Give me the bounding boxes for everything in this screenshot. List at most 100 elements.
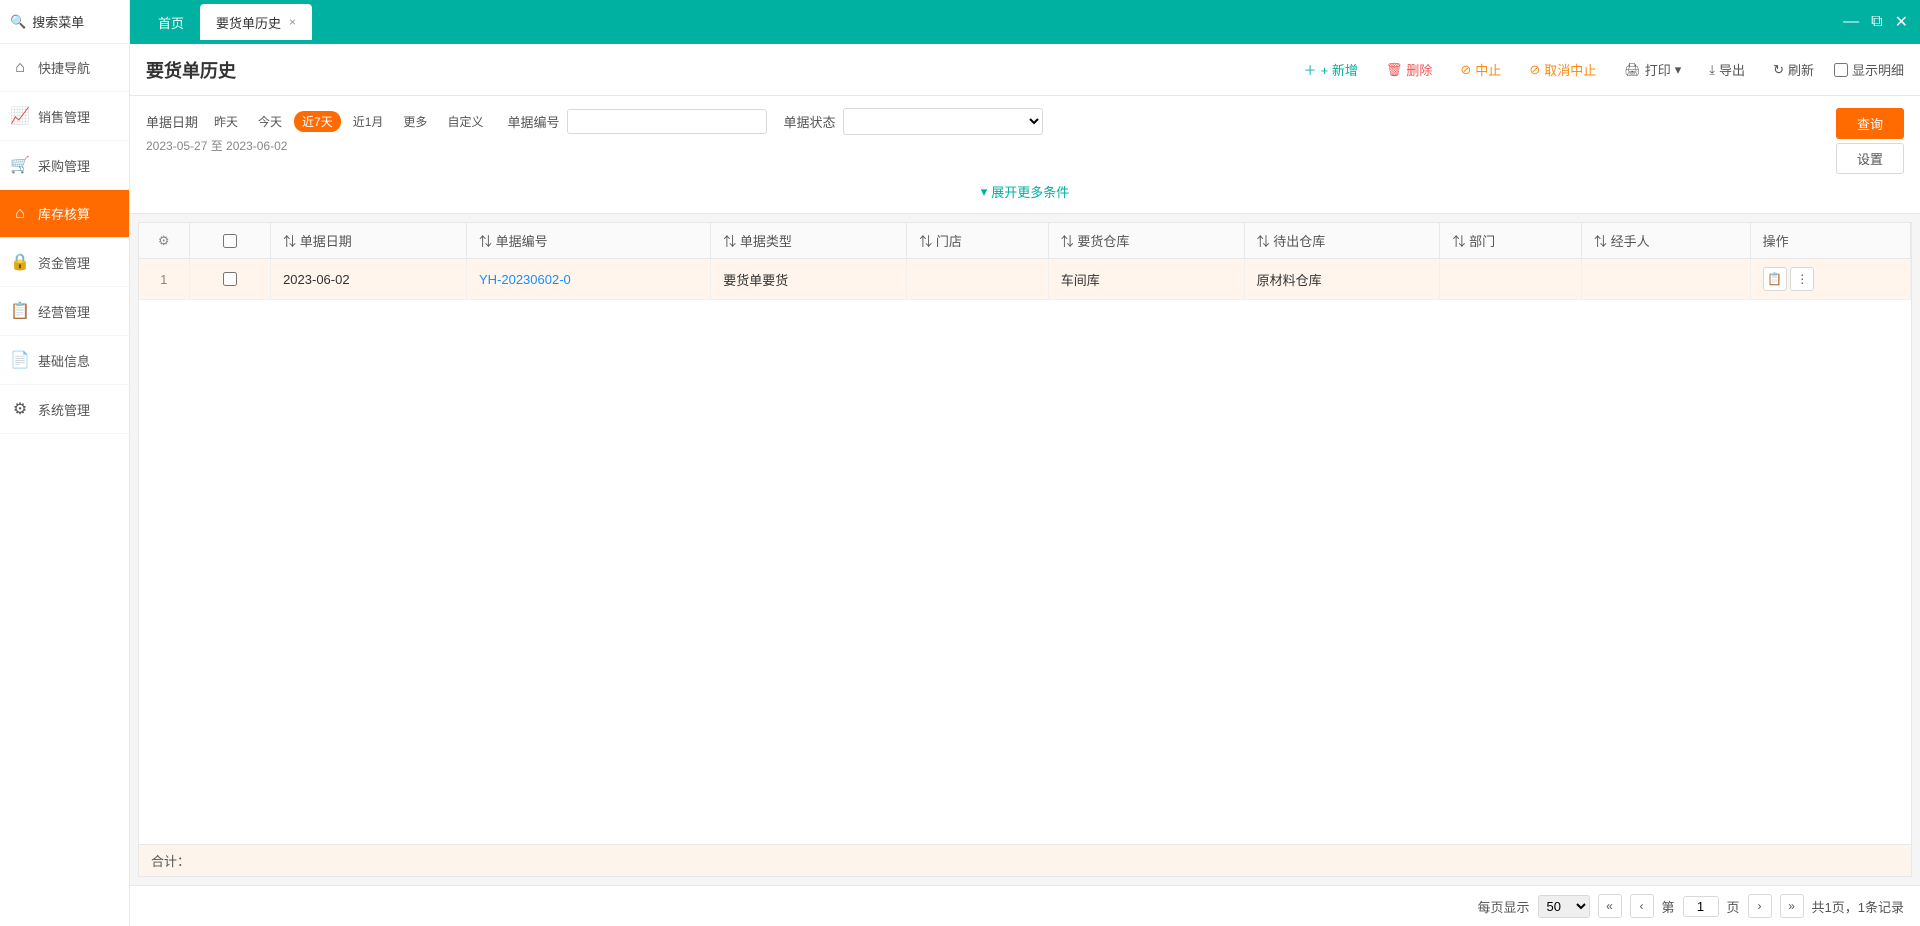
date-btn-yesterday[interactable]: 昨天: [206, 111, 246, 132]
table-container: ⚙ ⇅ 单据日期 ⇅ 单据编号 ⇅ 单据类型 ⇅ 门店 ⇅ 要货仓库 ⇅ 待出仓…: [138, 222, 1912, 877]
date-cell: 2023-06-02: [271, 259, 467, 300]
footer-total-label: 合计：: [151, 851, 190, 870]
export-button[interactable]: ⤓ 导出: [1701, 56, 1753, 83]
bill-no-cell[interactable]: YH-20230602-0: [466, 259, 710, 300]
operation-icon: 📋: [10, 301, 30, 321]
cancel-stop-label: 取消中止: [1544, 60, 1596, 79]
sidebar-item-label: 基础信息: [38, 351, 90, 370]
bill-status-filter: 单据状态: [783, 108, 1043, 135]
checkbox-cell: [189, 259, 271, 300]
sidebar-item-finance[interactable]: 🔒 资金管理: [0, 238, 129, 287]
sidebar-item-label: 库存核算: [38, 204, 90, 223]
tab-home[interactable]: 首页: [142, 0, 200, 44]
sidebar-item-inventory[interactable]: ⌂ 库存核算: [0, 190, 129, 238]
sidebar-item-label: 销售管理: [38, 107, 90, 126]
table-scroll[interactable]: ⚙ ⇅ 单据日期 ⇅ 单据编号 ⇅ 单据类型 ⇅ 门店 ⇅ 要货仓库 ⇅ 待出仓…: [139, 223, 1911, 844]
date-btn-1month[interactable]: 近1月: [345, 111, 392, 132]
date-range-buttons: 昨天 今天 近7天 近1月 更多 自定义: [206, 111, 491, 132]
stop-icon: ⊘: [1460, 62, 1471, 78]
topbar: 首页 要货单历史 × — ⧉ ✕: [130, 0, 1920, 44]
first-page-button[interactable]: «: [1598, 894, 1622, 918]
col-pending-warehouse: ⇅ 待出仓库: [1244, 223, 1440, 259]
home-icon: ⌂: [10, 59, 30, 77]
prev-page-button[interactable]: ‹: [1630, 894, 1654, 918]
sort-icon: ⇅: [1452, 234, 1469, 249]
sidebar-item-label: 采购管理: [38, 156, 90, 175]
expand-icon: ▾: [981, 184, 988, 200]
refresh-button[interactable]: ↻ 刷新: [1765, 56, 1822, 83]
date-btn-today[interactable]: 今天: [250, 111, 290, 132]
operation-cell: 📋 ⋮: [1750, 259, 1910, 300]
bill-status-label: 单据状态: [783, 112, 835, 131]
tab-active-label: 要货单历史: [216, 13, 281, 32]
cancel-stop-button[interactable]: ⊘ 取消中止: [1521, 56, 1604, 83]
page-content: 要货单历史 ＋ + 新增 🗑 删除 ⊘ 中止 ⊘ 取消中止: [130, 44, 1920, 926]
bill-no-link[interactable]: YH-20230602-0: [479, 272, 571, 287]
sidebar-item-shortcut[interactable]: ⌂ 快捷导航: [0, 44, 129, 92]
bill-no-input[interactable]: [567, 109, 767, 134]
next-page-button[interactable]: ›: [1748, 894, 1772, 918]
date-btn-custom[interactable]: 自定义: [439, 111, 491, 132]
col-department: ⇅ 部门: [1440, 223, 1582, 259]
sidebar-item-operation[interactable]: 📋 经营管理: [0, 287, 129, 336]
col-store: ⇅ 门店: [907, 223, 1049, 259]
tab-close-icon[interactable]: ×: [289, 15, 296, 29]
page-size-select[interactable]: 50 20 100 200: [1538, 895, 1590, 918]
search-icon: 🔍: [10, 14, 26, 30]
restore-button[interactable]: ⧉: [1871, 13, 1882, 31]
new-button[interactable]: ＋ + 新增: [1296, 56, 1366, 83]
date-btn-7days[interactable]: 近7天: [294, 111, 341, 132]
table-row[interactable]: 1 2023-06-02 YH-20230602-0 要货单要货 车间库 原材料…: [139, 259, 1911, 300]
stop-label: 中止: [1475, 60, 1501, 79]
show-detail-checkbox[interactable]: [1834, 63, 1848, 77]
goto-label: 第: [1662, 897, 1675, 916]
col-operation: 操作: [1750, 223, 1910, 259]
sort-icon: ⇅: [1061, 234, 1078, 249]
row-checkbox[interactable]: [223, 272, 237, 286]
print-button[interactable]: 🖨 打印 ▾: [1616, 56, 1689, 83]
sidebar-item-system[interactable]: ⚙ 系统管理: [0, 385, 129, 434]
sidebar-search[interactable]: 🔍 搜索菜单: [0, 0, 129, 44]
store-cell: [907, 259, 1049, 300]
filter-bar: 单据日期 昨天 今天 近7天 近1月 更多 自定义 单据编号: [130, 96, 1920, 214]
sort-icon: ⇅: [283, 234, 300, 249]
print-dropdown-icon: ▾: [1675, 62, 1682, 78]
edit-op-button[interactable]: 📋: [1763, 267, 1787, 291]
req-warehouse-cell: 车间库: [1048, 259, 1244, 300]
print-icon: 🖨: [1624, 62, 1641, 78]
cancel-stop-icon: ⊘: [1529, 62, 1540, 78]
select-all-checkbox[interactable]: [223, 234, 237, 248]
delete-button[interactable]: 🗑 删除: [1378, 56, 1441, 83]
refresh-label: 刷新: [1788, 60, 1814, 79]
finance-icon: 🔒: [10, 252, 30, 272]
bill-status-select[interactable]: [843, 108, 1043, 135]
more-op-button[interactable]: ⋮: [1790, 267, 1814, 291]
delete-icon: 🗑: [1386, 62, 1403, 78]
table-footer: 合计：: [139, 844, 1911, 876]
settings-button[interactable]: 设置: [1836, 143, 1904, 174]
expand-more-button[interactable]: ▾ 展开更多条件: [146, 182, 1904, 201]
department-cell: [1440, 259, 1582, 300]
sort-icon: ⇅: [479, 234, 496, 249]
page-header: 要货单历史 ＋ + 新增 🗑 删除 ⊘ 中止 ⊘ 取消中止: [130, 44, 1920, 96]
data-table: ⚙ ⇅ 单据日期 ⇅ 单据编号 ⇅ 单据类型 ⇅ 门店 ⇅ 要货仓库 ⇅ 待出仓…: [139, 223, 1911, 300]
tab-active[interactable]: 要货单历史 ×: [200, 4, 312, 40]
date-btn-more[interactable]: 更多: [395, 111, 435, 132]
settings-col-header[interactable]: ⚙: [139, 223, 189, 259]
sidebar-item-basic[interactable]: 📄 基础信息: [0, 336, 129, 385]
export-icon: ⤓: [1709, 62, 1715, 78]
last-page-button[interactable]: »: [1780, 894, 1804, 918]
minimize-button[interactable]: —: [1843, 13, 1859, 31]
inventory-icon: ⌂: [10, 205, 30, 223]
query-button[interactable]: 查询: [1836, 108, 1904, 139]
close-button[interactable]: ✕: [1895, 12, 1908, 32]
bill-no-filter: 单据编号: [507, 109, 767, 134]
print-label: 打印: [1645, 60, 1671, 79]
stop-button[interactable]: ⊘ 中止: [1452, 56, 1509, 83]
pending-warehouse-cell: 原材料仓库: [1244, 259, 1440, 300]
sidebar-item-sales[interactable]: 📈 销售管理: [0, 92, 129, 141]
sort-icon: ⇅: [723, 234, 740, 249]
sidebar-item-purchase[interactable]: 🛒 采购管理: [0, 141, 129, 190]
sidebar-item-label: 资金管理: [38, 253, 90, 272]
page-number-input[interactable]: [1683, 896, 1719, 917]
